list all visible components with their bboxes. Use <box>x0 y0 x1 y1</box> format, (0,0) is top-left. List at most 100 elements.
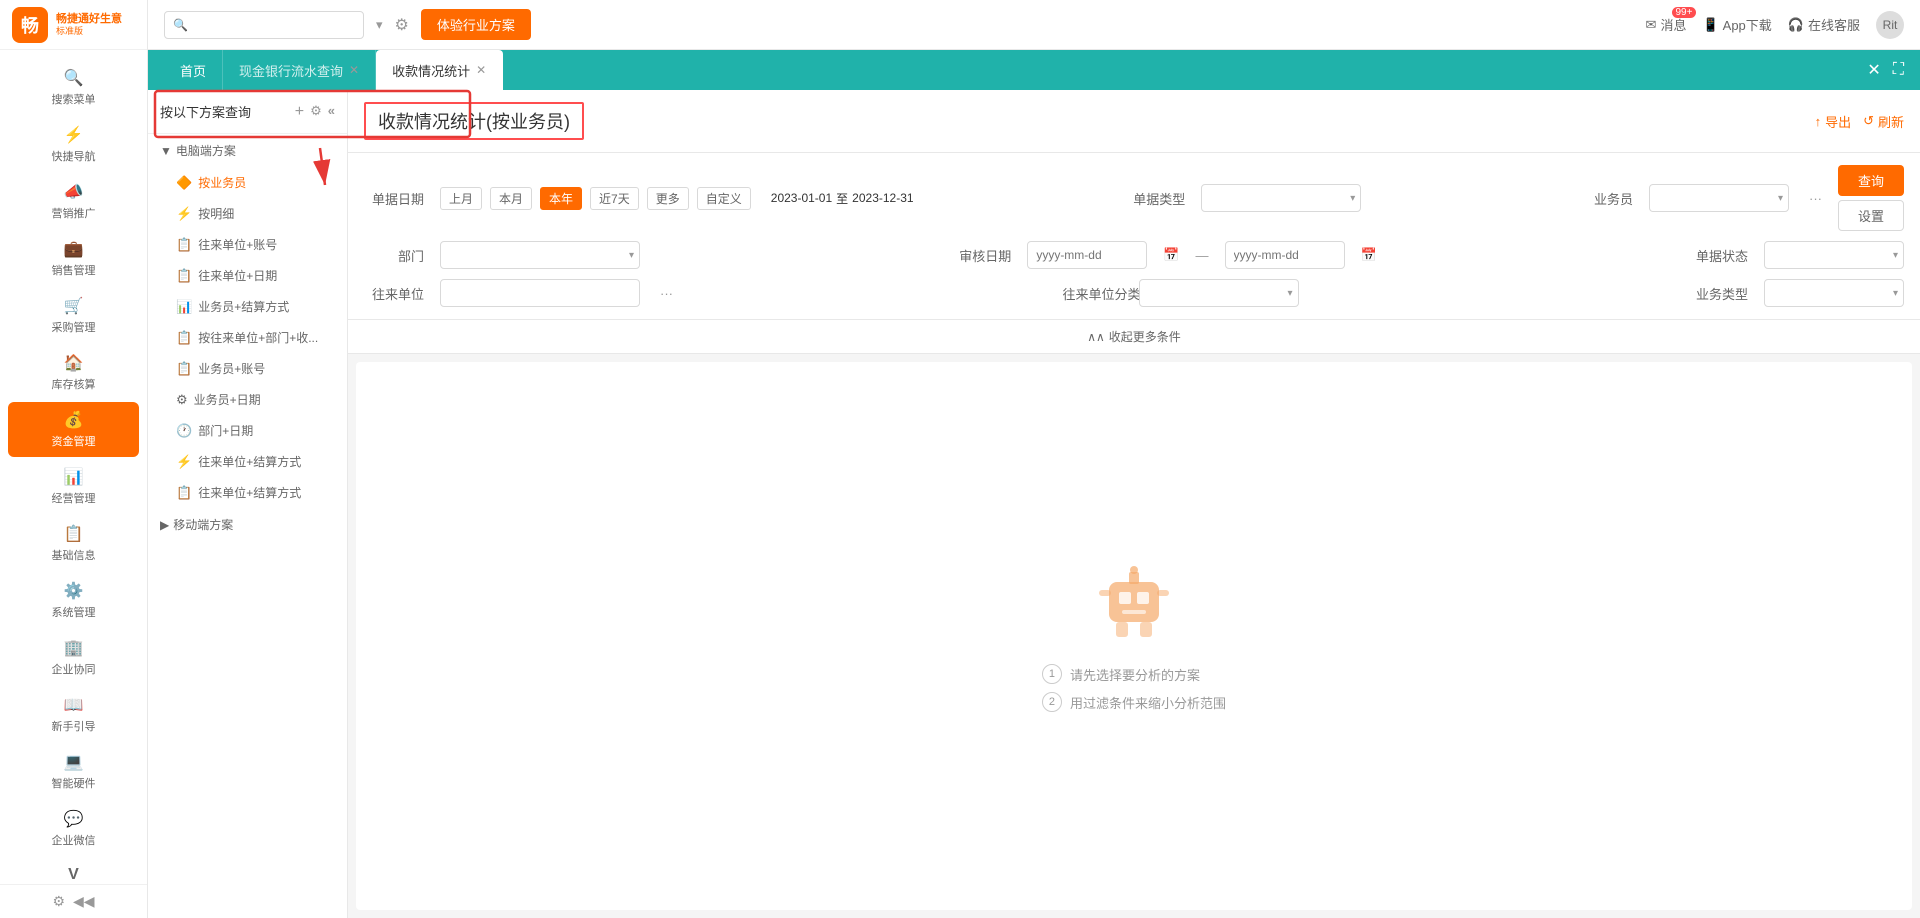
refresh-btn[interactable]: ↺ 刷新 <box>1863 112 1904 131</box>
tab-bank[interactable]: 现金银行流水查询 ✕ <box>223 50 376 90</box>
scheme-item-unit-method1[interactable]: ⚡ 往来单位+结算方式 <box>148 446 347 477</box>
sidebar-item-finance[interactable]: 💰 资金管理 <box>8 402 139 457</box>
date-range: 2023-01-01 至 2023-12-31 <box>771 190 914 207</box>
quick-icon: ⚡ <box>64 125 84 145</box>
tab-bank-close[interactable]: ✕ <box>349 63 359 77</box>
doc-status-label: 单据状态 <box>1688 246 1748 265</box>
dept-select[interactable] <box>440 241 640 269</box>
filter-row-1: 单据日期 上月 本月 本年 近7天 更多 自定义 2023-01-01 至 20… <box>364 165 1904 231</box>
sidebar-item-operation[interactable]: 📊 经营管理 <box>8 459 139 514</box>
topbar-gear-icon[interactable]: ⚙ <box>395 15 409 35</box>
doc-type-label: 单据类型 <box>1125 189 1185 208</box>
desktop-expand-icon: ▼ <box>160 144 172 158</box>
this-month-btn[interactable]: 本月 <box>490 187 532 210</box>
sidebar-item-base[interactable]: 📋 基础信息 <box>8 516 139 571</box>
review-date-from-icon[interactable]: 📅 <box>1163 247 1179 263</box>
scheme-item-by-salesman[interactable]: 🔶 按业务员 <box>148 167 347 198</box>
sidebar-item-purchase[interactable]: 🛒 采购管理 <box>8 288 139 343</box>
collapse-more-btn[interactable]: ∧∧ 收起更多条件 <box>1087 328 1181 345</box>
scheme-item-unit-method2[interactable]: 📋 往来单位+结算方式 <box>148 477 347 508</box>
salesman-more-btn[interactable]: ··· <box>1809 191 1822 206</box>
scheme-collapse-btn[interactable]: « <box>328 103 335 121</box>
salesman-method-icon: 📊 <box>176 299 192 315</box>
biz-type-select[interactable] <box>1764 279 1904 307</box>
collapse-icon: ∧∧ <box>1087 330 1105 344</box>
tabbar-maximize-icon[interactable]: ⛶ <box>1893 61 1904 79</box>
app-download-btn[interactable]: 📱 App下载 <box>1702 15 1771 34</box>
sidebar-item-search[interactable]: 🔍 搜索菜单 <box>8 60 139 115</box>
doc-type-select[interactable] <box>1201 184 1361 212</box>
scheme-item-by-detail[interactable]: ⚡ 按明细 <box>148 198 347 229</box>
counterpart-cat-select[interactable] <box>1139 279 1299 307</box>
scheme-item-salesman-account[interactable]: 📋 业务员+账号 <box>148 353 347 384</box>
date-to: 2023-12-31 <box>852 191 913 205</box>
settings-filter-btn[interactable]: 设置 <box>1838 200 1904 231</box>
salesman-select[interactable] <box>1649 184 1789 212</box>
collapse-bar: ∧∧ 收起更多条件 <box>348 320 1920 354</box>
last7-btn[interactable]: 近7天 <box>590 187 639 210</box>
sidebar-settings-btn[interactable]: ⚙ <box>52 893 65 910</box>
unit-dept-icon: 📋 <box>176 330 192 346</box>
online-service-btn[interactable]: 🎧 在线客服 <box>1788 15 1860 34</box>
review-date-to[interactable] <box>1225 241 1345 269</box>
counterpart-select[interactable] <box>440 279 640 307</box>
export-btn[interactable]: ↑ 导出 <box>1815 112 1852 131</box>
sidebar-item-inventory[interactable]: 🏠 库存核算 <box>8 345 139 400</box>
scheme-group-mobile-title[interactable]: ▶ 移动端方案 <box>148 508 347 541</box>
unit-method2-icon: 📋 <box>176 485 192 501</box>
biz-type-select-wrap: ▾ <box>1764 279 1904 307</box>
last-month-btn[interactable]: 上月 <box>440 187 482 210</box>
scheme-settings-btn[interactable]: ⚙ <box>310 103 322 121</box>
tab-receipt[interactable]: 收款情况统计 ✕ <box>376 50 503 90</box>
sidebar-collapse-btn[interactable]: ◀◀ <box>73 893 95 910</box>
scheme-group-desktop-title[interactable]: ▼ 电脑端方案 <box>148 134 347 167</box>
user-avatar-btn[interactable]: Rit <box>1876 11 1904 39</box>
more-btn[interactable]: 更多 <box>647 187 689 210</box>
system-icon: ⚙️ <box>64 581 84 601</box>
scheme-item-unit-date[interactable]: 📋 往来单位+日期 <box>148 260 347 291</box>
topbar-search-box[interactable]: 🔍 <box>164 11 364 39</box>
review-date-to-icon[interactable]: 📅 <box>1361 247 1377 263</box>
review-date-from[interactable] <box>1027 241 1147 269</box>
sidebar-item-wechat[interactable]: 💬 企业微信 <box>8 801 139 856</box>
sidebar-item-quick[interactable]: ⚡ 快捷导航 <box>8 117 139 172</box>
sidebar-item-marketing[interactable]: 📣 营销推广 <box>8 174 139 229</box>
tab-home[interactable]: 首页 <box>164 50 223 90</box>
doc-type-select-wrap: ▾ <box>1201 184 1361 212</box>
scheme-item-salesman-method[interactable]: 📊 业务员+结算方式 <box>148 291 347 322</box>
service-icon: 🎧 <box>1788 17 1804 33</box>
review-date-label: 审核日期 <box>951 246 1011 265</box>
topbar-dropdown-arrow[interactable]: ▾ <box>376 17 383 33</box>
date-quick-buttons: 上月 本月 本年 近7天 更多 自定义 <box>440 187 751 210</box>
empty-steps: 1 请先选择要分析的方案 2 用过滤条件来缩小分析范围 <box>1042 664 1226 720</box>
tabbar-close-icon[interactable]: ✕ <box>1867 60 1880 80</box>
salesman-scheme-icon: 🔶 <box>176 175 192 191</box>
doc-status-select[interactable] <box>1764 241 1904 269</box>
sidebar-logo: 畅 畅捷通好生意 标准版 <box>0 0 147 50</box>
custom-btn[interactable]: 自定义 <box>697 187 751 210</box>
counterpart-label: 往来单位 <box>364 284 424 303</box>
counterpart-more-btn[interactable]: ··· <box>660 286 673 301</box>
scheme-item-dept-date[interactable]: 🕐 部门+日期 <box>148 415 347 446</box>
tab-receipt-close[interactable]: ✕ <box>476 63 486 77</box>
scheme-item-salesman-date[interactable]: ⚙ 业务员+日期 <box>148 384 347 415</box>
add-scheme-btn[interactable]: + <box>295 103 304 121</box>
trial-btn[interactable]: 体验行业方案 <box>421 9 531 40</box>
scheme-item-unit-dept-recv[interactable]: 📋 按往来单位+部门+收... <box>148 322 347 353</box>
sidebar-item-enterprise[interactable]: 🏢 企业协同 <box>8 630 139 685</box>
dept-select-wrap: ▾ <box>440 241 640 269</box>
sidebar-item-system[interactable]: ⚙️ 系统管理 <box>8 573 139 628</box>
sidebar-item-sales[interactable]: 💼 销售管理 <box>8 231 139 286</box>
scheme-item-unit-account[interactable]: 📋 往来单位+账号 <box>148 229 347 260</box>
message-icon: ✉ <box>1646 17 1657 33</box>
sidebar-item-guide[interactable]: 📖 新手引导 <box>8 687 139 742</box>
page-title: 收款情况统计(按业务员) <box>378 112 570 132</box>
sidebar-item-hardware[interactable]: 💻 智能硬件 <box>8 744 139 799</box>
app-logo-text: 畅捷通好生意 标准版 <box>56 12 122 38</box>
left-panel-title: 按以下方案查询 <box>160 102 251 121</box>
sidebar-item-member[interactable]: V 畅会员 <box>8 858 139 884</box>
messages-btn[interactable]: ✉ 消息 99+ <box>1646 15 1687 34</box>
query-btn[interactable]: 查询 <box>1838 165 1904 196</box>
this-year-btn[interactable]: 本年 <box>540 187 582 210</box>
sidebar-footer: ⚙ ◀◀ <box>0 884 147 918</box>
